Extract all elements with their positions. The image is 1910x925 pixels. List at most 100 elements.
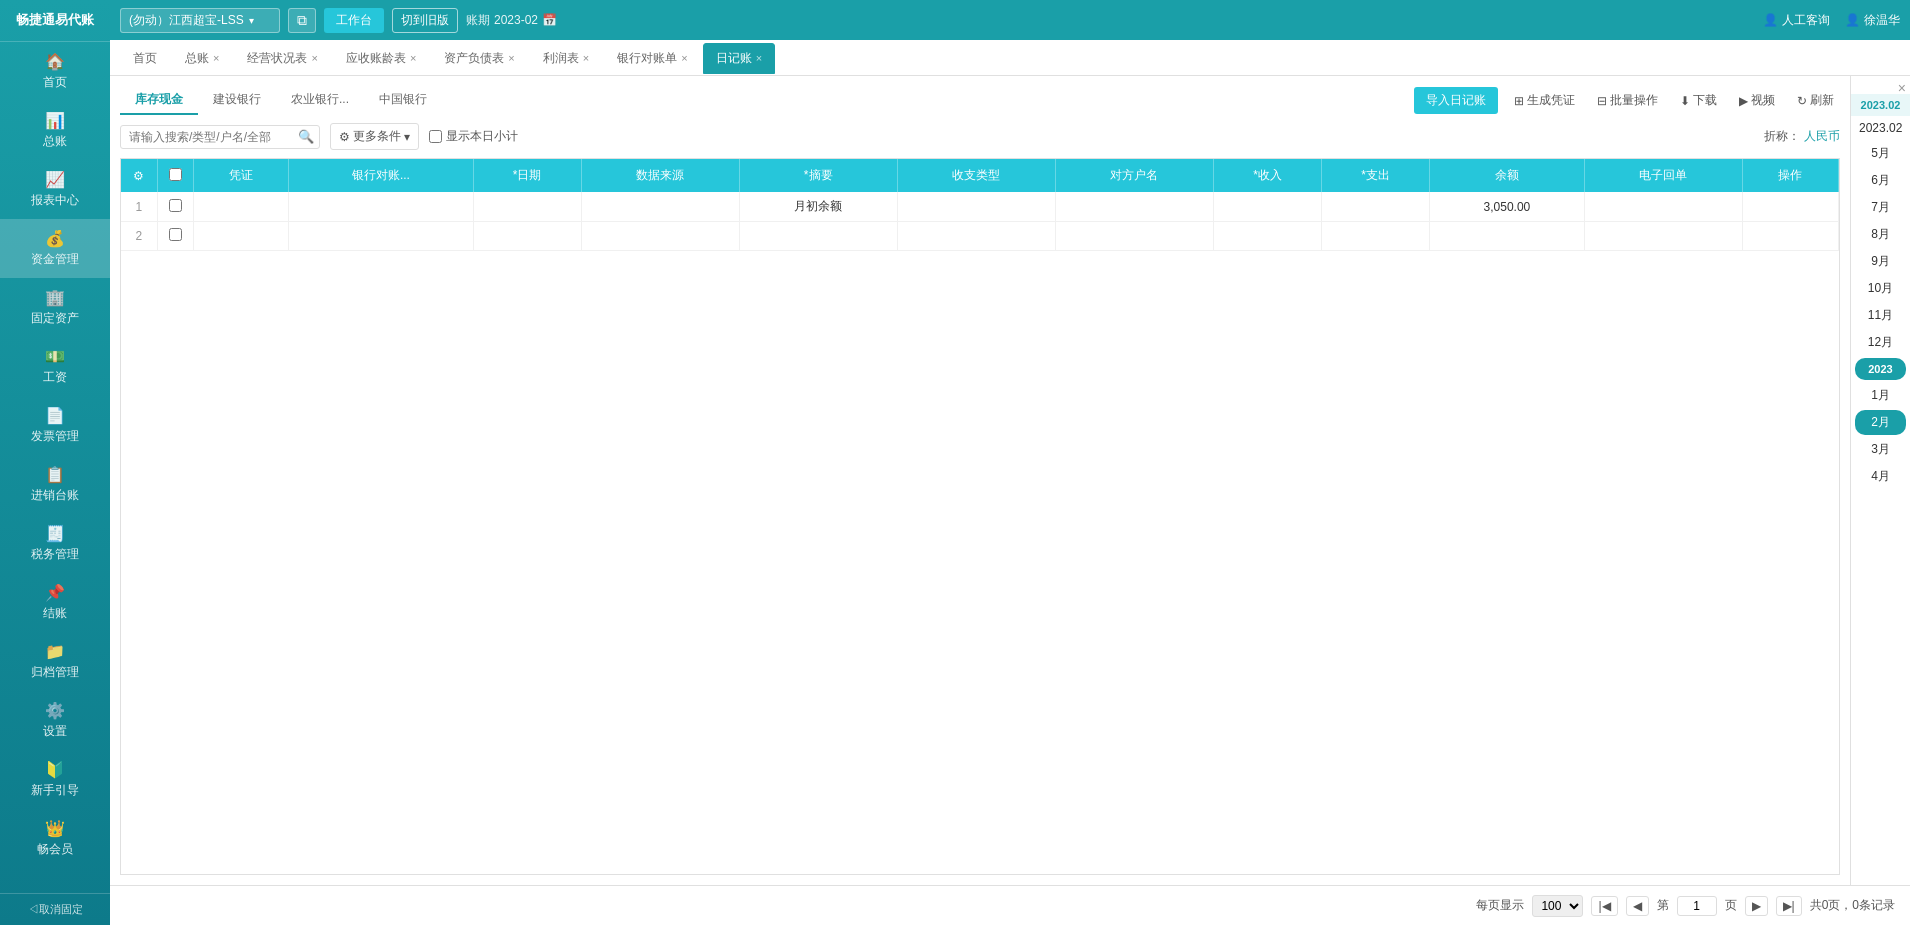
tab-label-business: 经营状况表 (247, 50, 307, 67)
tab-close-profit[interactable]: × (583, 52, 589, 64)
ledger-icon: 📊 (45, 111, 65, 130)
row-checkbox[interactable] (157, 222, 193, 251)
tab-close-receivables[interactable]: × (410, 52, 416, 64)
tab-label-profit: 利润表 (543, 50, 579, 67)
copy-button[interactable]: ⧉ (288, 8, 316, 33)
generate-voucher-button[interactable]: ⊞ 生成凭证 (1508, 89, 1581, 112)
sidebar-item-home[interactable]: 🏠首页 (0, 42, 110, 101)
sidebar-item-settings[interactable]: ⚙️设置 (0, 691, 110, 750)
sidebar-item-label: 资金管理 (31, 251, 79, 268)
row-counterparty (1055, 192, 1213, 222)
search-input[interactable] (120, 125, 320, 149)
tab-bank-statement[interactable]: 银行对账单 × (604, 43, 700, 74)
sidebar-item-salary[interactable]: 💵工资 (0, 337, 110, 396)
month-item[interactable]: 1月 (1851, 382, 1910, 409)
row-checkbox[interactable] (157, 192, 193, 222)
video-button[interactable]: ▶ 视频 (1733, 89, 1781, 112)
row-e-receipt (1584, 222, 1742, 251)
tab-bar: 首页总账 ×经营状况表 ×应收账龄表 ×资产负债表 ×利润表 ×银行对账单 ×日… (110, 40, 1910, 76)
filter-icon: ⚙ (339, 130, 350, 144)
prev-page-button[interactable]: ◀ (1626, 896, 1649, 916)
row-action (1742, 192, 1838, 222)
tab-journal[interactable]: 日记账 × (703, 43, 775, 74)
month-item[interactable]: 3月 (1851, 436, 1910, 463)
month-item[interactable]: 11月 (1851, 302, 1910, 329)
refresh-button[interactable]: ↻ 刷新 (1791, 89, 1840, 112)
calendar-icon[interactable]: 📅 (542, 13, 557, 27)
download-icon: ⬇ (1680, 94, 1690, 108)
daily-total-check[interactable] (429, 130, 442, 143)
fixed-assets-icon: 🏢 (45, 288, 65, 307)
tab-close-journal[interactable]: × (756, 52, 762, 64)
sub-tab-china[interactable]: 中国银行 (364, 86, 442, 115)
last-page-button[interactable]: ▶| (1776, 896, 1802, 916)
sidebar-item-archive[interactable]: 📁归档管理 (0, 632, 110, 691)
old-version-button[interactable]: 切到旧版 (392, 8, 458, 33)
month-item[interactable]: 10月 (1851, 275, 1910, 302)
batch-ops-button[interactable]: ⊟ 批量操作 (1591, 89, 1664, 112)
company-selector[interactable]: (勿动）江西超宝-LSS ▾ (120, 8, 280, 33)
sidebar-item-label: 发票管理 (31, 428, 79, 445)
more-conditions-button[interactable]: ⚙ 更多条件 ▾ (330, 123, 419, 150)
tab-close-business[interactable]: × (311, 52, 317, 64)
page-number-input[interactable] (1677, 896, 1717, 916)
e-receipt-col-header: 电子回单 (1584, 159, 1742, 192)
unpin-button[interactable]: ◁取消固定 (0, 893, 110, 925)
tab-close-ledger[interactable]: × (213, 52, 219, 64)
tab-business[interactable]: 经营状况表 × (234, 43, 330, 74)
sidebar-item-label: 新手引导 (31, 782, 79, 799)
download-button[interactable]: ⬇ 下载 (1674, 89, 1723, 112)
tab-close-bank-statement[interactable]: × (681, 52, 687, 64)
month-item[interactable]: 6月 (1851, 167, 1910, 194)
sidebar-item-label: 设置 (43, 723, 67, 740)
month-item[interactable]: 2023.02 (1851, 116, 1910, 140)
month-item[interactable]: 8月 (1851, 221, 1910, 248)
tab-receivables[interactable]: 应收账龄表 × (333, 43, 429, 74)
action-col-header: 操作 (1742, 159, 1838, 192)
app-logo: 畅捷通易代账 (0, 0, 110, 42)
tab-home[interactable]: 首页 (120, 43, 170, 74)
select-all-checkbox[interactable] (169, 168, 182, 181)
tab-assets[interactable]: 资产负债表 × (431, 43, 527, 74)
tab-profit[interactable]: 利润表 × (530, 43, 602, 74)
sidebar-item-invoice[interactable]: 📄 发票管理 (0, 396, 110, 455)
workbench-button[interactable]: 工作台 (324, 8, 384, 33)
sidebar-item-fixed-assets[interactable]: 🏢固定资产 (0, 278, 110, 337)
sidebar-item-guide[interactable]: 🔰新手引导 (0, 750, 110, 809)
close-panel-button[interactable]: × (1898, 80, 1906, 96)
sidebar-item-purchase-sale[interactable]: 📋进销台账 (0, 455, 110, 514)
sidebar-item-finance[interactable]: 💰资金管理 (0, 219, 110, 278)
import-journal-button[interactable]: 导入日记账 (1414, 87, 1498, 114)
sub-tab-construction[interactable]: 建设银行 (198, 86, 276, 115)
month-item[interactable]: 5月 (1851, 140, 1910, 167)
next-page-button[interactable]: ▶ (1745, 896, 1768, 916)
first-page-button[interactable]: |◀ (1591, 896, 1617, 916)
month-item[interactable]: 4月 (1851, 463, 1910, 490)
invoice-icon: 📄 (45, 406, 65, 425)
month-item[interactable]: 9月 (1851, 248, 1910, 275)
page-size-select[interactable]: 100 10 20 50 200 (1532, 895, 1583, 917)
batch-ops-icon: ⊟ (1597, 94, 1607, 108)
settings-col-header[interactable]: ⚙ (121, 159, 157, 192)
show-daily-total-checkbox[interactable]: 显示本日小计 (429, 128, 518, 145)
sidebar-item-tax[interactable]: 🧾税务管理 (0, 514, 110, 573)
month-item-active[interactable]: 2月 (1855, 410, 1906, 435)
user-profile[interactable]: 👤 徐温华 (1845, 12, 1900, 29)
tab-close-assets[interactable]: × (508, 52, 514, 64)
sub-tab-agricultural[interactable]: 农业银行... (276, 86, 364, 115)
row-bank-statement (289, 222, 473, 251)
sidebar-item-reports[interactable]: 📈报表中心 (0, 160, 110, 219)
tab-ledger[interactable]: 总账 × (172, 43, 232, 74)
checkbox-col-header[interactable] (157, 159, 193, 192)
support-button[interactable]: 👤 人工客询 (1763, 12, 1830, 29)
sidebar-item-ledger[interactable]: 📊总账 (0, 101, 110, 160)
sidebar-item-closing[interactable]: 📌结账 (0, 573, 110, 632)
month-item[interactable]: 12月 (1851, 329, 1910, 356)
month-item[interactable]: 7月 (1851, 194, 1910, 221)
sidebar-item-member[interactable]: 👑畅会员 (0, 809, 110, 868)
sidebar-item-label: 首页 (43, 74, 67, 91)
sub-tab-cash[interactable]: 库存现金 (120, 86, 198, 115)
year-badge: 2023 (1855, 358, 1906, 380)
row-e-receipt (1584, 192, 1742, 222)
row-balance: 3,050.00 (1430, 192, 1585, 222)
